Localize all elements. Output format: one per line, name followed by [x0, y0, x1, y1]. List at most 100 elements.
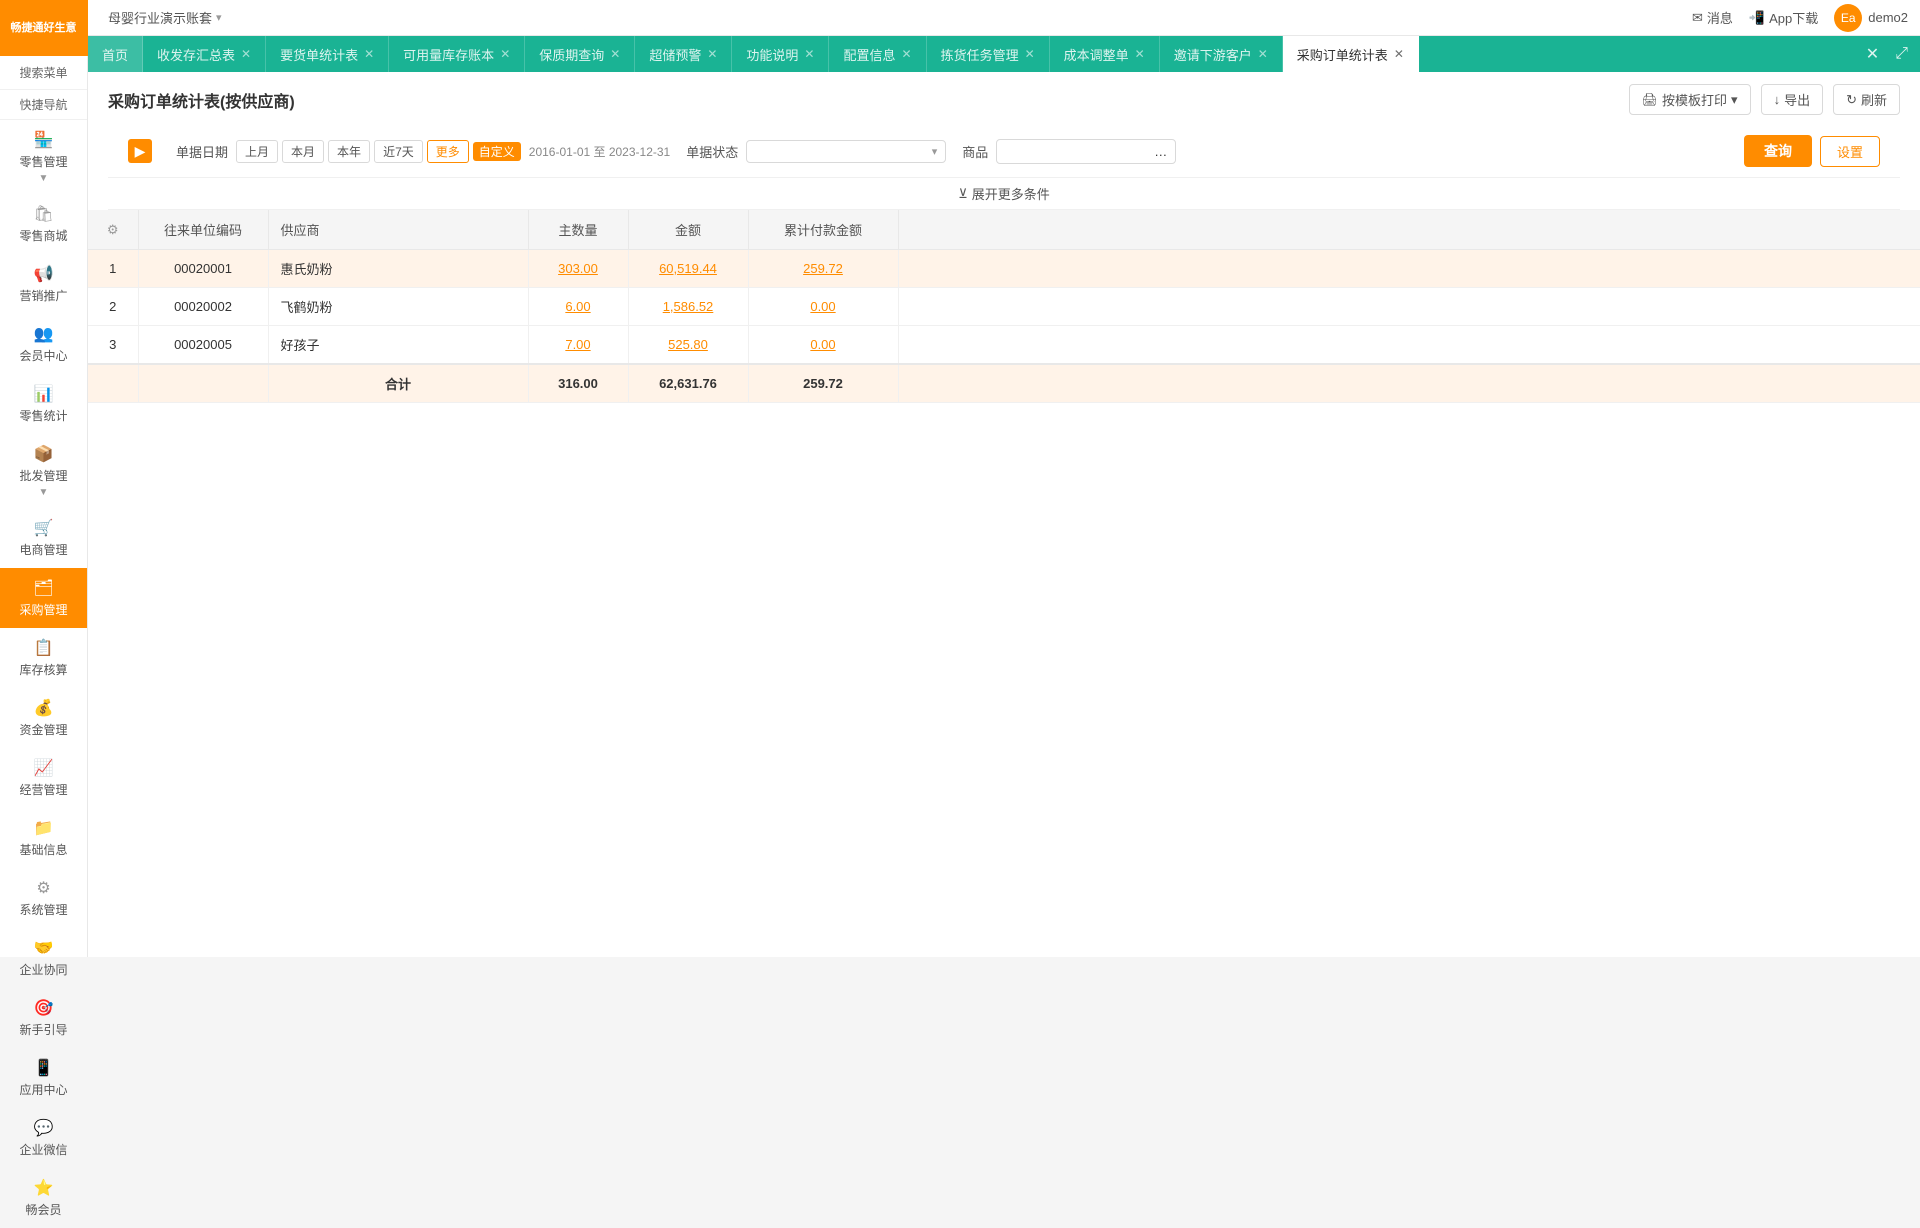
content-body: 采购订单统计表(按供应商) 🖨 按模板打印 ▾ ↓ 导出 ↻ [88, 72, 1920, 957]
sidebar-item-retail-mall[interactable]: 🛍 零售商城 [0, 194, 87, 254]
avatar: Ea [1834, 4, 1862, 32]
sidebar-item-vip-member[interactable]: ⭐ 畅会员 [0, 1168, 87, 1228]
cell-qty: 6.00 [528, 288, 628, 326]
tab-function-desc[interactable]: 功能说明 ✕ [732, 36, 829, 72]
sidebar-item-inventory-check[interactable]: 📋 库存核算 [0, 628, 87, 688]
tab-overstock-warning[interactable]: 超储预警 ✕ [635, 36, 732, 72]
sidebar-item-label: 基础信息 [19, 841, 67, 858]
shortcut-last-month[interactable]: 上月 [236, 140, 278, 163]
sidebar-item-enterprise-coop[interactable]: 🤝 企业协同 [0, 928, 87, 988]
workspace-selector[interactable]: 母婴行业演示账套 ▾ [100, 8, 230, 27]
amount-link[interactable]: 60,519.44 [659, 261, 717, 276]
date-filter-group: 单据日期 上月 本月 本年 近7天 更多 自定义 2016-01-01 至 20… [176, 140, 670, 163]
goods-input-more-icon: … [1154, 144, 1167, 159]
tab-config-info[interactable]: 配置信息 ✕ [829, 36, 926, 72]
sidebar-item-wholesale-mgmt[interactable]: 📦 批发管理 ▼ [0, 434, 87, 508]
system-icon: ⚙ [36, 878, 50, 898]
tab-close-icon[interactable]: ✕ [1025, 47, 1035, 61]
status-select[interactable]: ▾ [746, 140, 946, 163]
sidebar-quick-nav[interactable]: 快捷导航 [0, 90, 87, 120]
sidebar-item-basic-info[interactable]: 📁 基础信息 [0, 808, 87, 868]
tab-home[interactable]: 首页 [88, 36, 143, 72]
footer-empty-2 [138, 364, 268, 403]
print-label: 按模板打印 [1662, 90, 1727, 109]
filter-toggle-btn[interactable]: ▶ [128, 139, 152, 163]
message-btn[interactable]: ✉ 消息 [1692, 8, 1733, 27]
paid-link[interactable]: 0.00 [810, 337, 835, 352]
sidebar-item-member-center[interactable]: 👥 会员中心 [0, 314, 87, 374]
sidebar-item-label: 应用中心 [19, 1081, 67, 1098]
sidebar-search[interactable]: 搜索菜单 [0, 56, 87, 90]
search-menu-label: 搜索菜单 [0, 64, 87, 81]
shortcut-last-7-days[interactable]: 近7天 [374, 140, 423, 163]
tab-close-icon[interactable]: ✕ [610, 47, 620, 61]
sidebar-item-label: 批发管理 [19, 467, 67, 484]
qty-link[interactable]: 303.00 [558, 261, 598, 276]
sidebar-item-capital-mgmt[interactable]: 💰 资金管理 [0, 688, 87, 748]
tab-maximize-btn[interactable]: ⤢ [1891, 43, 1912, 65]
tab-label: 拣货任务管理 [941, 45, 1019, 64]
sidebar-item-retail-mgmt[interactable]: 🏪 零售管理 ▼ [0, 120, 87, 194]
qty-link[interactable]: 7.00 [565, 337, 590, 352]
table-container: ⚙ 往来单位编码 供应商 主数量 金额 累计付款金额 1 00020001 [88, 210, 1920, 957]
print-btn[interactable]: 🖨 按模板打印 ▾ [1629, 84, 1751, 115]
retail-stats-icon: 📊 [34, 384, 54, 404]
paid-link[interactable]: 0.00 [810, 299, 835, 314]
sidebar-item-purchase-mgmt[interactable]: 🗂 采购管理 [0, 568, 87, 628]
sidebar-item-enterprise-wechat[interactable]: 💬 企业微信 [0, 1108, 87, 1168]
sidebar-item-new-guide[interactable]: 🎯 新手引导 [0, 988, 87, 1048]
qty-link[interactable]: 6.00 [565, 299, 590, 314]
paid-link[interactable]: 259.72 [803, 261, 843, 276]
expand-more-btn[interactable]: ⊻ 展开更多条件 [958, 184, 1050, 203]
sidebar-item-marketing[interactable]: 📢 营销推广 [0, 254, 87, 314]
tab-invite-downstream[interactable]: 邀请下游客户 ✕ [1160, 36, 1283, 72]
page-header: 采购订单统计表(按供应商) 🖨 按模板打印 ▾ ↓ 导出 ↻ [88, 72, 1920, 210]
tab-available-stock[interactable]: 可用量库存账本 ✕ [389, 36, 525, 72]
custom-date-tag: 自定义 [473, 142, 521, 161]
enterprise-coop-icon: 🤝 [34, 938, 54, 958]
goods-input[interactable]: … [996, 139, 1176, 164]
tab-close-icon[interactable]: ✕ [902, 47, 912, 61]
tab-close-icon[interactable]: ✕ [1258, 47, 1268, 61]
column-settings-icon[interactable]: ⚙ [107, 222, 119, 237]
filter-expand-row: ⊻ 展开更多条件 [108, 178, 1900, 210]
app-download-btn[interactable]: 📲 App下载 [1749, 8, 1818, 27]
tab-purchase-summary[interactable]: 采购订单统计表 ✕ [1283, 36, 1419, 72]
cell-seq: 1 [88, 250, 138, 288]
settings-btn[interactable]: 设置 [1820, 136, 1880, 167]
tab-receive-summary[interactable]: 收发存汇总表 ✕ [143, 36, 266, 72]
tab-picking-task[interactable]: 拣货任务管理 ✕ [927, 36, 1050, 72]
sidebar-item-retail-stats[interactable]: 📊 零售统计 [0, 374, 87, 434]
sidebar-item-app-center[interactable]: 📱 应用中心 [0, 1048, 87, 1108]
sidebar-item-operations-mgmt[interactable]: 📈 经营管理 [0, 748, 87, 808]
shortcut-this-month[interactable]: 本月 [282, 140, 324, 163]
export-btn[interactable]: ↓ 导出 [1761, 84, 1824, 115]
tab-warranty-query[interactable]: 保质期查询 ✕ [525, 36, 635, 72]
tab-cost-adjust[interactable]: 成本调整单 ✕ [1050, 36, 1160, 72]
tab-close-icon[interactable]: ✕ [804, 47, 814, 61]
tab-close-icon[interactable]: ✕ [1135, 47, 1145, 61]
cell-code: 00020002 [138, 288, 268, 326]
page-title: 采购订单统计表(按供应商) [108, 88, 295, 112]
amount-link[interactable]: 1,586.52 [663, 299, 714, 314]
tab-close-icon[interactable]: ✕ [364, 47, 374, 61]
refresh-btn[interactable]: ↻ 刷新 [1833, 84, 1900, 115]
tab-requisition-summary[interactable]: 要货单统计表 ✕ [266, 36, 389, 72]
tab-close-icon[interactable]: ✕ [1394, 47, 1404, 61]
retail-mgmt-icon: 🏪 [34, 130, 54, 150]
shortcut-this-year[interactable]: 本年 [328, 140, 370, 163]
sidebar-item-label: 会员中心 [19, 347, 67, 364]
tab-close-all-btn[interactable]: ✕ [1862, 42, 1883, 66]
date-range-value: 2016-01-01 至 2023-12-31 [529, 143, 670, 160]
amount-link[interactable]: 525.80 [668, 337, 708, 352]
user-menu[interactable]: Ea demo2 [1834, 4, 1908, 32]
tab-close-icon[interactable]: ✕ [500, 47, 510, 61]
sidebar-item-system-mgmt[interactable]: ⚙ 系统管理 [0, 868, 87, 928]
print-dropdown-arrow: ▾ [1731, 92, 1738, 108]
shortcut-more[interactable]: 更多 [427, 140, 469, 163]
tab-close-icon[interactable]: ✕ [241, 47, 251, 61]
col-header-code: 往来单位编码 [138, 210, 268, 250]
sidebar-item-ecommerce-mgmt[interactable]: 🛒 电商管理 [0, 508, 87, 568]
tab-close-icon[interactable]: ✕ [707, 47, 717, 61]
query-btn[interactable]: 查询 [1744, 135, 1812, 167]
